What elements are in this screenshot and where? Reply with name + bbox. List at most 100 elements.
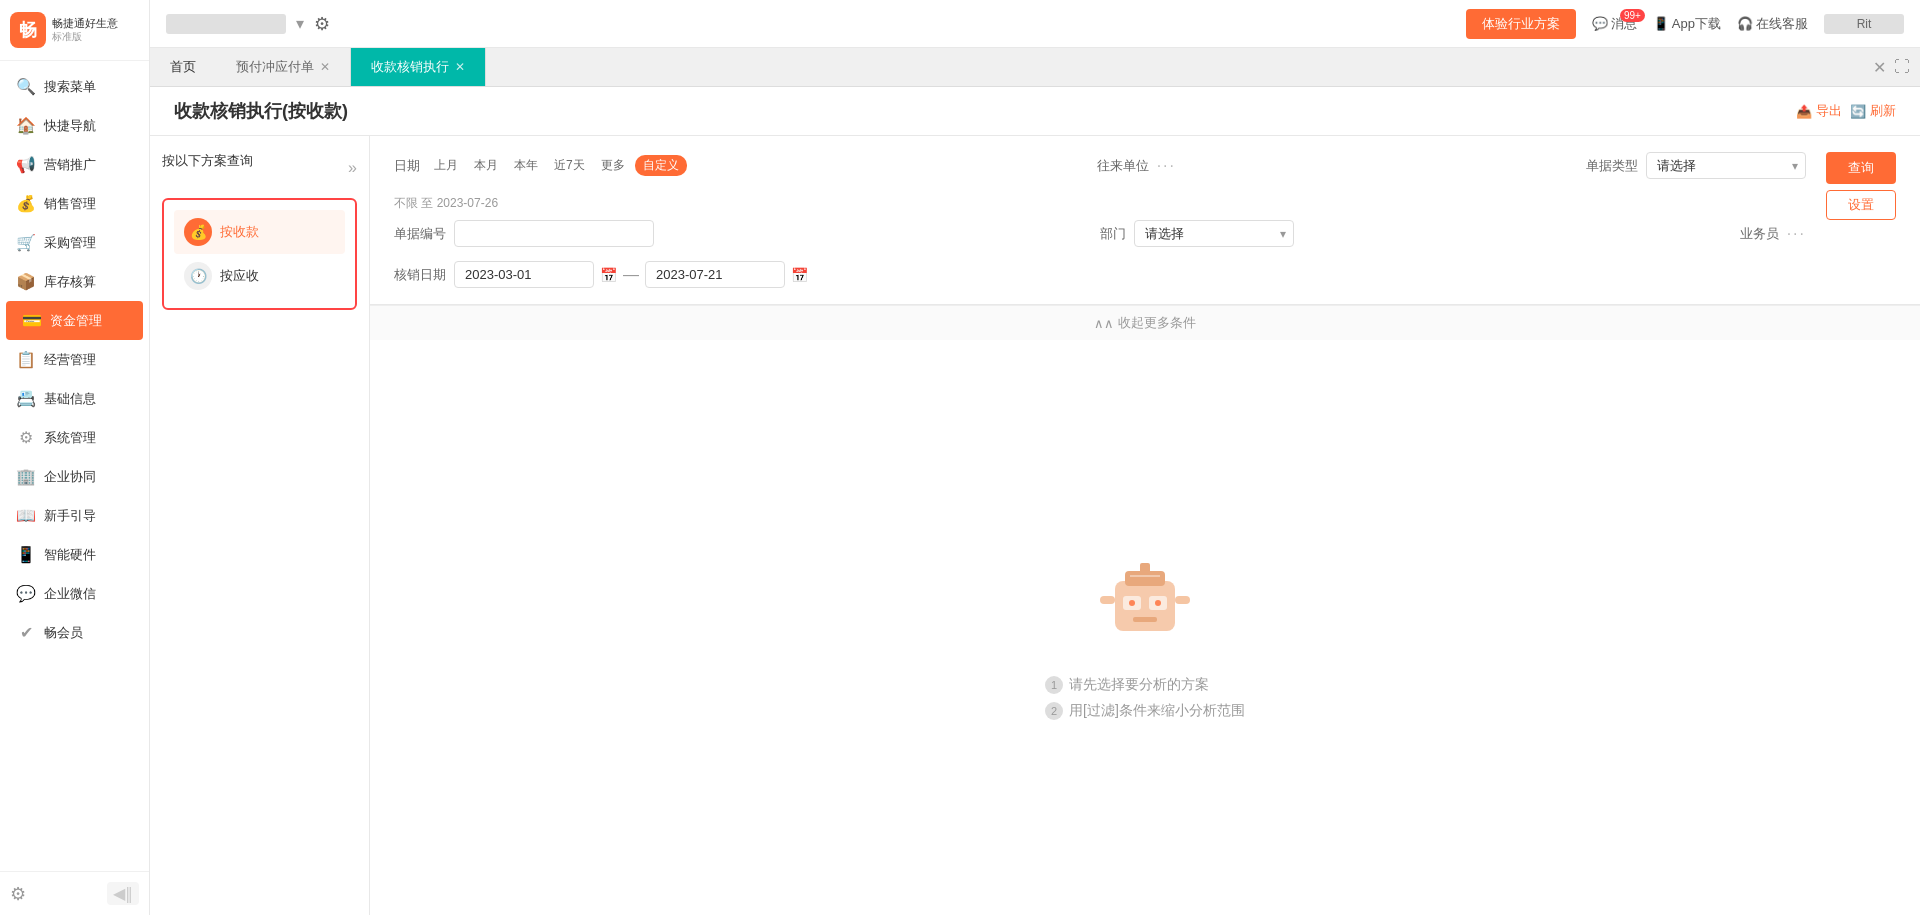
settings-icon[interactable]: ⚙	[10, 883, 26, 905]
settings-btn[interactable]: 设置	[1826, 190, 1896, 220]
service-icon: 🎧	[1737, 16, 1753, 31]
doc-no-field: 单据编号	[394, 220, 654, 247]
date-btn-more[interactable]: 更多	[595, 155, 631, 176]
sidebar-item-finance[interactable]: 💳资金管理	[6, 301, 143, 340]
tab-close-receipt[interactable]: ✕	[455, 60, 465, 74]
writeoff-start-date[interactable]	[454, 261, 594, 288]
nav-icon-inventory: 📦	[16, 272, 36, 291]
nav-icon-operations: 📋	[16, 350, 36, 369]
date-btn-custom[interactable]: 自定义	[635, 155, 687, 176]
svg-point-6	[1155, 600, 1161, 606]
nav-icon-sales: 💰	[16, 194, 36, 213]
sidebar-item-search[interactable]: 🔍搜索菜单	[0, 67, 149, 106]
close-tab-icon[interactable]: ✕	[1873, 58, 1886, 77]
sidebar: 畅 畅捷通好生意 标准版 🔍搜索菜单🏠快捷导航📢营销推广💰销售管理🛒采购管理📦库…	[0, 0, 150, 915]
filter-by-receivable[interactable]: 🕐 按应收	[174, 254, 345, 298]
sidebar-item-quick-nav[interactable]: 🏠快捷导航	[0, 106, 149, 145]
nav-icon-finance: 💳	[22, 311, 42, 330]
nav-icon-quick-nav: 🏠	[16, 116, 36, 135]
svg-point-5	[1129, 600, 1135, 606]
tab-bar: 首页 预付冲应付单 ✕ 收款核销执行 ✕ ✕ ⛶	[150, 48, 1920, 87]
query-btn[interactable]: 查询	[1826, 152, 1896, 184]
sidebar-item-guide[interactable]: 📖新手引导	[0, 496, 149, 535]
date-field: 日期 上月 本月 本年 近7天 更多 自定义	[394, 155, 687, 176]
writeoff-date-field: 核销日期 📅 — 📅	[394, 261, 808, 288]
date-btn-7days[interactable]: 近7天	[548, 155, 591, 176]
message-badge: 99+	[1620, 9, 1645, 22]
sidebar-item-marketing[interactable]: 📢营销推广	[0, 145, 149, 184]
writeoff-end-date[interactable]	[645, 261, 785, 288]
svg-rect-1	[1125, 571, 1165, 586]
sidebar-item-basic-info[interactable]: 📇基础信息	[0, 379, 149, 418]
filter-by-receipt[interactable]: 💰 按收款	[174, 210, 345, 254]
tab-close-prepay[interactable]: ✕	[320, 60, 330, 74]
sidebar-item-member[interactable]: ✔畅会员	[0, 613, 149, 652]
collapse-left-panel-icon[interactable]: »	[348, 159, 357, 177]
top-bar: ▾ ⚙ 体验行业方案 💬 消息 99+ 📱 App下载 🎧 在线客服 Rit	[150, 0, 1920, 48]
solution-btn[interactable]: 体验行业方案	[1466, 9, 1576, 39]
tab-home[interactable]: 首页	[150, 48, 216, 86]
sidebar-item-operations[interactable]: 📋经营管理	[0, 340, 149, 379]
empty-tip-2: 2 用[过滤]条件来缩小分析范围	[1045, 702, 1245, 720]
date-btn-thisyear[interactable]: 本年	[508, 155, 544, 176]
gear-icon[interactable]: ⚙	[314, 13, 330, 35]
collapse-more-icon: ∧∧	[1094, 316, 1114, 331]
expand-icon[interactable]: ⛶	[1894, 58, 1910, 76]
nav-icon-member: ✔	[16, 623, 36, 642]
nav-icon-search: 🔍	[16, 77, 36, 96]
nav-icon-system: ⚙	[16, 428, 36, 447]
nav-icon-wechat: 💬	[16, 584, 36, 603]
query-btn-group: 查询 设置	[1826, 152, 1896, 220]
partner-select-btn[interactable]: ···	[1157, 157, 1176, 175]
top-bar-left: ▾ ⚙	[166, 13, 330, 35]
sidebar-item-inventory[interactable]: 📦库存核算	[0, 262, 149, 301]
collapse-more-bar[interactable]: ∧∧ 收起更多条件	[370, 305, 1920, 340]
user-avatar[interactable]: Rit	[1824, 14, 1904, 34]
sidebar-item-hardware[interactable]: 📱智能硬件	[0, 535, 149, 574]
sidebar-nav: 🔍搜索菜单🏠快捷导航📢营销推广💰销售管理🛒采购管理📦库存核算💳资金管理📋经营管理…	[0, 61, 149, 871]
export-btn[interactable]: 📤 导出	[1796, 102, 1842, 120]
nav-icon-basic-info: 📇	[16, 389, 36, 408]
app-download-btn[interactable]: 📱 App下载	[1653, 15, 1721, 33]
nav-icon-guide: 📖	[16, 506, 36, 525]
sidebar-item-enterprise[interactable]: 🏢企业协同	[0, 457, 149, 496]
sidebar-item-sales[interactable]: 💰销售管理	[0, 184, 149, 223]
sidebar-item-wechat[interactable]: 💬企业微信	[0, 574, 149, 613]
empty-tip-1: 1 请先选择要分析的方案	[1045, 676, 1245, 694]
sales-select-btn[interactable]: ···	[1787, 225, 1806, 243]
dept-select[interactable]: 请选择	[1134, 220, 1294, 247]
app-icon: 📱	[1653, 16, 1669, 31]
tab-prepay[interactable]: 预付冲应付单 ✕	[216, 48, 351, 86]
doc-no-input[interactable]	[454, 220, 654, 247]
query-form: 日期 上月 本月 本年 近7天 更多 自定义	[370, 136, 1920, 305]
header-actions: 📤 导出 🔄 刷新	[1796, 102, 1896, 120]
svg-rect-9	[1175, 596, 1190, 604]
tab-receipt-writeoff[interactable]: 收款核销执行 ✕	[351, 48, 486, 86]
content-area: 按以下方案查询 » 💰 按收款 🕐 按应收	[150, 136, 1920, 915]
calendar-start-icon[interactable]: 📅	[600, 267, 617, 283]
nav-icon-purchase: 🛒	[16, 233, 36, 252]
tab-bar-right: ✕ ⛶	[1873, 58, 1920, 77]
nav-icon-enterprise: 🏢	[16, 467, 36, 486]
sidebar-item-system[interactable]: ⚙系统管理	[0, 418, 149, 457]
refresh-btn[interactable]: 🔄 刷新	[1850, 102, 1896, 120]
logo-icon: 畅	[10, 12, 46, 48]
message-btn[interactable]: 💬 消息 99+	[1592, 15, 1637, 33]
export-icon: 📤	[1796, 104, 1812, 119]
collapse-sidebar-btn[interactable]: ◀‖	[107, 882, 139, 905]
refresh-icon: 🔄	[1850, 104, 1866, 119]
date-btn-lastmonth[interactable]: 上月	[428, 155, 464, 176]
message-icon: 💬	[1592, 16, 1608, 31]
doc-type-select[interactable]: 请选择	[1646, 152, 1806, 179]
sidebar-item-purchase[interactable]: 🛒采购管理	[0, 223, 149, 262]
calendar-end-icon[interactable]: 📅	[791, 267, 808, 283]
svg-rect-2	[1140, 563, 1150, 573]
online-service-btn[interactable]: 🎧 在线客服	[1737, 15, 1808, 33]
main-wrapper: ▾ ⚙ 体验行业方案 💬 消息 99+ 📱 App下载 🎧 在线客服 Rit	[150, 0, 1920, 915]
left-panel-title: 按以下方案查询	[162, 152, 253, 170]
date-hint: 不限 至 2023-07-26	[394, 196, 498, 210]
date-btn-thismonth[interactable]: 本月	[468, 155, 504, 176]
page-header: 收款核销执行(按收款) 📤 导出 🔄 刷新	[150, 87, 1920, 136]
chevron-down-icon[interactable]: ▾	[296, 14, 304, 33]
receipt-icon: 💰	[184, 218, 212, 246]
